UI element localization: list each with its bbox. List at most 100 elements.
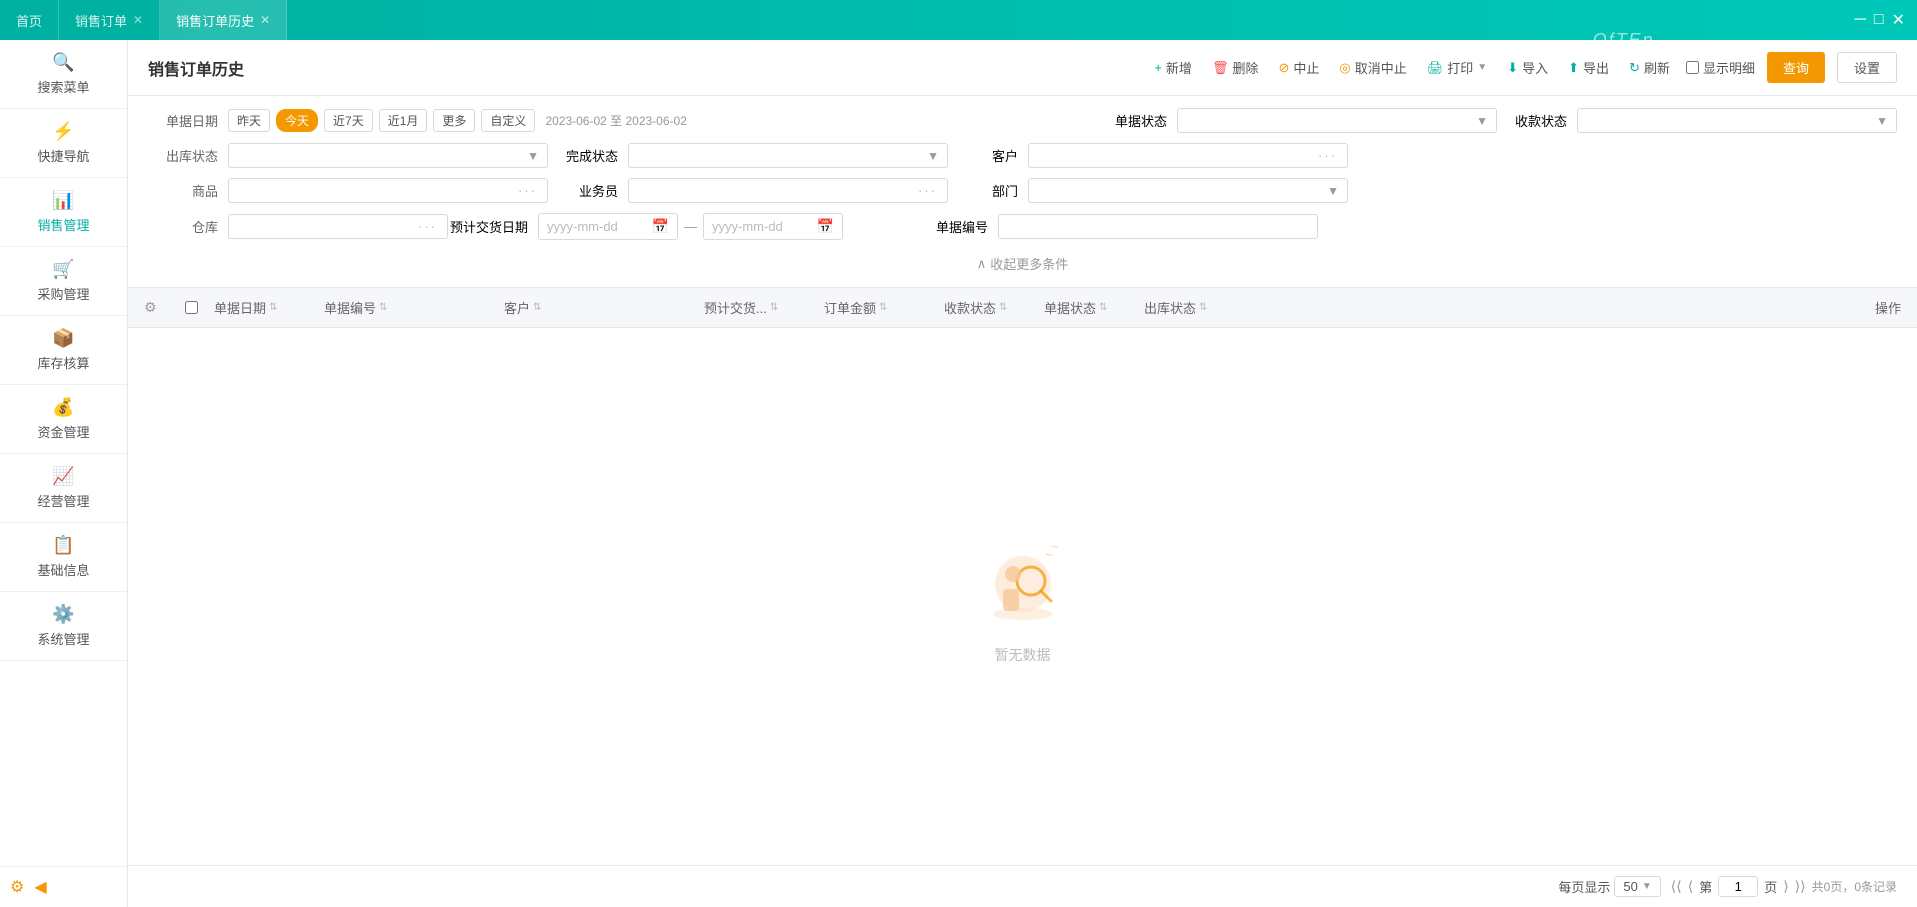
salesperson-select[interactable]: ··· [628, 178, 948, 203]
select-all-checkbox[interactable] [185, 301, 198, 314]
order-no-control [998, 214, 1318, 239]
th-amount-label: 订单金额 [824, 298, 876, 317]
goods-select[interactable]: ··· [228, 178, 548, 203]
prev-page-icon[interactable]: ⟨ [1688, 878, 1693, 895]
filter-area: 单据日期 昨天 今天 近7天 近1月 更多 自定义 2023-06-02 至 2… [128, 96, 1917, 288]
export-button[interactable]: ⬆ 导出 [1564, 56, 1613, 79]
window-controls: ─ □ ✕ [1855, 10, 1917, 30]
refresh-button[interactable]: ↻ 刷新 [1625, 56, 1674, 79]
collapse-sidebar-icon[interactable]: ◀ [34, 877, 46, 897]
page-input[interactable] [1718, 876, 1758, 897]
th-pay-status-sort[interactable]: ⇅ [999, 302, 1007, 313]
sidebar-item-finance[interactable]: 💰 资金管理 [0, 385, 127, 454]
th-num-sort[interactable]: ⇅ [379, 302, 387, 313]
collapse-row[interactable]: ∧ 收起更多条件 [148, 250, 1897, 275]
cancel-stop-button[interactable]: ◎ 取消中止 [1335, 56, 1410, 79]
th-date-label: 单据日期 [214, 298, 266, 317]
customer-control: ··· [1028, 143, 1348, 168]
delivery-date-start[interactable]: yyyy-mm-dd 📅 [538, 213, 678, 240]
tab-sales-history-label: 销售订单历史 [176, 11, 254, 30]
delete-icon: 🗑 [1212, 60, 1229, 76]
sidebar-item-sales[interactable]: 📊 销售管理 [0, 178, 127, 247]
warehouse-status-select[interactable]: ▼ [228, 143, 548, 168]
completion-status-select[interactable]: ▼ [628, 143, 948, 168]
customer-ellipsis: ··· [1318, 148, 1337, 163]
maximize-icon[interactable]: □ [1874, 11, 1884, 29]
customer-select[interactable]: ··· [1028, 143, 1348, 168]
search-icon: 🔍 [52, 52, 74, 73]
customer-label: 客户 [948, 146, 1028, 165]
content-area: 销售订单历史 + 新增 🗑 删除 ⊘ 中止 ◎ 取消中止 [128, 40, 1917, 907]
print-icon: 🖨 [1427, 60, 1444, 76]
th-warehouse-status-sort[interactable]: ⇅ [1199, 302, 1207, 313]
order-status-select[interactable]: ▼ [1177, 108, 1497, 133]
tab-sales-history[interactable]: 销售订单历史 ✕ [160, 0, 287, 40]
tab-sales-history-close[interactable]: ✕ [260, 13, 270, 27]
sidebar-bottom: ⚙ ◀ [0, 866, 127, 907]
tab-home[interactable]: 首页 [0, 0, 59, 40]
date-today[interactable]: 今天 [276, 109, 318, 132]
th-amount-sort[interactable]: ⇅ [879, 302, 887, 313]
sidebar-item-search[interactable]: 🔍 搜索菜单 [0, 40, 127, 109]
settings-bottom-icon[interactable]: ⚙ [10, 877, 24, 897]
tab-home-label: 首页 [16, 11, 42, 30]
sidebar-item-system[interactable]: ⚙️ 系统管理 [0, 592, 127, 661]
sidebar-item-management-label: 经营管理 [37, 491, 89, 510]
filter-row-2: 出库状态 ▼ 完成状态 ▼ 客户 [148, 143, 1897, 168]
payment-status-select[interactable]: ▼ [1577, 108, 1897, 133]
import-button[interactable]: ⬇ 导入 [1503, 56, 1552, 79]
sidebar-item-purchase[interactable]: 🛒 采购管理 [0, 247, 127, 316]
sales-icon: 📊 [52, 190, 74, 211]
collapse-text: 收起更多条件 [990, 254, 1068, 273]
first-page-icon[interactable]: ⟨⟨ [1671, 878, 1682, 895]
close-window-icon[interactable]: ✕ [1892, 10, 1905, 30]
date-7days[interactable]: 近7天 [324, 109, 373, 132]
per-page-select: 每页显示 50 ▼ [1558, 876, 1660, 897]
sidebar-item-basicinfo[interactable]: 📋 基础信息 [0, 523, 127, 592]
salesperson-control: ··· [628, 178, 948, 203]
department-select[interactable]: ▼ [1028, 178, 1348, 203]
last-page-icon[interactable]: ⟩⟩ [1795, 878, 1806, 895]
th-pay-status: 收款状态 ⇅ [936, 298, 1036, 317]
sidebar-item-inventory[interactable]: 📦 库存核算 [0, 316, 127, 385]
delete-button[interactable]: 🗑 删除 [1208, 56, 1263, 79]
query-button[interactable]: 查询 [1767, 52, 1825, 83]
warehouse-status-label: 出库状态 [148, 146, 228, 165]
th-warehouse-status: 出库状态 ⇅ [1136, 298, 1236, 317]
per-page-value[interactable]: 50 ▼ [1614, 876, 1660, 897]
print-arrow-icon: ▼ [1477, 62, 1487, 73]
date-yesterday[interactable]: 昨天 [228, 109, 270, 132]
refresh-icon: ↻ [1629, 60, 1640, 76]
th-date-sort[interactable]: ⇅ [269, 302, 277, 313]
th-order-status-sort[interactable]: ⇅ [1099, 302, 1107, 313]
th-customer-sort[interactable]: ⇅ [533, 302, 541, 313]
th-delivery-label: 预计交货... [704, 298, 767, 317]
display-toggle[interactable]: 显示明细 [1686, 58, 1755, 77]
department-control: ▼ [1028, 178, 1348, 203]
new-button[interactable]: + 新增 [1150, 56, 1196, 79]
order-no-input[interactable] [998, 214, 1318, 239]
th-delivery-sort[interactable]: ⇅ [770, 302, 778, 313]
date-more[interactable]: 更多 [433, 109, 475, 132]
stop-button[interactable]: ⊘ 中止 [1274, 56, 1323, 79]
tab-sales-order-close[interactable]: ✕ [133, 13, 143, 27]
next-page-icon[interactable]: ⟩ [1783, 878, 1788, 895]
tab-sales-order[interactable]: 销售订单 ✕ [59, 0, 160, 40]
print-button[interactable]: 🖨 打印 ▼ [1423, 56, 1491, 79]
sidebar-item-quicknav[interactable]: ⚡ 快捷导航 [0, 109, 127, 178]
gear-icon[interactable]: ⚙ [144, 299, 157, 316]
salesperson-ellipsis: ··· [918, 183, 937, 198]
date-custom[interactable]: 自定义 [481, 109, 535, 132]
warehouse-status-arrow: ▼ [527, 149, 539, 163]
empty-text: 暂无数据 [995, 645, 1051, 665]
date-1month[interactable]: 近1月 [379, 109, 428, 132]
date-quick-btns: 昨天 今天 近7天 近1月 更多 自定义 [228, 109, 535, 132]
warehouse-select[interactable]: ··· [228, 214, 448, 239]
display-toggle-checkbox[interactable] [1686, 61, 1699, 74]
minimize-icon[interactable]: ─ [1855, 11, 1866, 29]
delivery-date-end[interactable]: yyyy-mm-dd 📅 [703, 213, 843, 240]
stop-label: 中止 [1293, 58, 1319, 77]
export-icon: ⬆ [1568, 60, 1579, 76]
sidebar-item-management[interactable]: 📈 经营管理 [0, 454, 127, 523]
setting-button[interactable]: 设置 [1837, 52, 1897, 83]
